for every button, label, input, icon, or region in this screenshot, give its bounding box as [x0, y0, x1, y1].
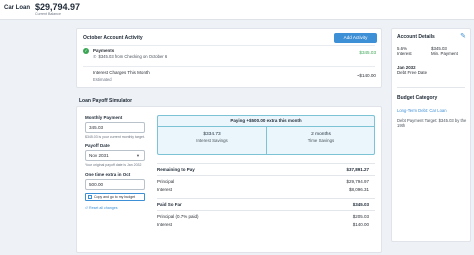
time-savings-value: 2 months: [311, 132, 331, 137]
remaining-principal: $29,794.97: [346, 179, 369, 184]
savings-summary: Paying +$500.00 extra this month $334.73…: [157, 115, 375, 155]
check-icon: ✓: [83, 48, 89, 54]
monthly-payment-input[interactable]: 345.03: [85, 122, 145, 133]
paid-principal-label: Principal (0.7% paid): [157, 214, 199, 219]
account-activity-card: October Account Activity Add Activity ✓ …: [76, 28, 382, 88]
monthly-payment-label: Monthly Payment: [85, 115, 123, 120]
budget-category-link[interactable]: Long-Term Debt: Car Loan: [397, 108, 447, 113]
savings-heading: Paying +$500.00 extra this month: [230, 118, 302, 123]
divider: [157, 210, 375, 211]
interest-savings: $334.73 Interest Savings: [158, 132, 266, 143]
paid-total-row: Paid So Far $345.03: [157, 202, 375, 207]
simulator-results: Paying +$500.00 extra this month $334.73…: [157, 115, 377, 227]
interest-row: Interest Charges This Month Estimated ~$…: [83, 70, 376, 84]
reset-changes-link[interactable]: ↺ Reset all changes: [85, 206, 147, 210]
remaining-total: $37,891.27: [346, 167, 369, 172]
time-savings: 2 months Time Savings: [267, 132, 375, 143]
remaining-interest-row: Interest $8,096.31: [157, 187, 375, 192]
interest-savings-value: $334.73: [203, 132, 221, 137]
payment-row[interactable]: ✓ Payments ✆ $345.03 from Checking on Oct…: [83, 48, 376, 62]
interest-amount: ~$140.00: [356, 73, 376, 78]
one-time-extra-input[interactable]: 500.00: [85, 178, 145, 190]
checkbox-box[interactable]: [88, 194, 92, 199]
loan-payoff-simulator: Monthly Payment 345.03 $345.03 is your c…: [76, 106, 382, 253]
remaining-total-row: Remaining to Pay $37,891.27: [157, 167, 375, 172]
paid-principal: $205.03: [352, 214, 369, 219]
current-balance-label: Current Balance: [35, 12, 61, 16]
interest-savings-label: Interest Savings: [196, 138, 228, 143]
paid-label: Paid So Far: [157, 202, 182, 207]
budget-category-title: Budget Category: [397, 95, 438, 101]
divider: [157, 198, 375, 199]
remaining-interest-label: Interest: [157, 187, 173, 192]
divider: [83, 45, 375, 46]
min-payment-stat: $345.03 Min. Payment: [431, 46, 458, 57]
paid-principal-row: Principal (0.7% paid) $205.03: [157, 214, 375, 219]
chevron-down-icon: ▼: [136, 153, 140, 159]
remaining-interest: $8,096.31: [348, 187, 369, 192]
paid-total: $345.03: [352, 202, 369, 207]
account-title: Car Loan: [4, 5, 31, 11]
divider: [397, 87, 465, 88]
remaining-principal-label: Principal: [157, 179, 175, 184]
payment-amount: $345.03: [359, 50, 376, 55]
account-details-title: Account Details: [397, 34, 435, 40]
time-savings-label: Time Savings: [307, 138, 335, 143]
current-balance: $29,794.97: [35, 2, 81, 12]
budget-category-target: Debt Payment Target: $345.03 by the 19th: [397, 118, 467, 129]
divider: [157, 163, 375, 164]
divider: [83, 66, 375, 67]
payment-detail: ✆ $345.03 from Checking on October 6: [93, 54, 167, 59]
divider: [157, 175, 375, 176]
paid-interest-row: Interest $140.00: [157, 222, 375, 227]
interest-status: Estimated: [93, 77, 112, 82]
simulator-title: Loan Payoff Simulator: [79, 98, 133, 104]
monthly-payment-hint: $345.03 is your current monthly target.: [85, 135, 145, 139]
min-payment-label: Min. Payment: [431, 51, 458, 57]
interest-rate-stat: 5.6% Interest: [397, 46, 412, 57]
copy-to-budget-label: Copy and go to my budget: [94, 194, 136, 199]
paid-interest: $140.00: [352, 222, 369, 227]
phone-icon: ✆: [93, 54, 97, 59]
activity-title: October Account Activity: [83, 35, 143, 41]
simulator-inputs: Monthly Payment 345.03 $345.03 is your c…: [85, 115, 147, 210]
remaining-principal-row: Principal $29,794.97: [157, 179, 375, 184]
payoff-date-value: Nov 2031: [89, 153, 109, 159]
one-time-label: One time extra in Oct: [85, 171, 131, 177]
page-header: Car Loan $29,794.97 Current Balance: [0, 0, 474, 20]
payment-detail-text: $345.03 from Checking on October 6: [98, 54, 168, 59]
paid-interest-label: Interest: [157, 222, 173, 227]
edit-icon[interactable]: ✎: [460, 32, 466, 40]
interest-rate-label: Interest: [397, 51, 412, 57]
remaining-label: Remaining to Pay: [157, 167, 195, 172]
add-activity-button[interactable]: Add Activity: [334, 33, 377, 43]
debt-free-label: Debt Free Date: [397, 70, 428, 76]
payoff-date-label: Payoff Date: [85, 143, 110, 149]
interest-label: Interest Charges This Month: [93, 70, 150, 75]
payment-label: Payments: [93, 48, 115, 53]
copy-to-budget-checkbox[interactable]: Copy and go to my budget: [85, 192, 145, 201]
payoff-date-hint: Your original payoff date is Jan 2032: [85, 163, 142, 168]
payoff-date-select[interactable]: Nov 2031 ▼: [85, 150, 145, 162]
account-details-panel: Account Details ✎ 5.6% Interest $345.03 …: [391, 28, 471, 242]
debt-free-stat: Jan 2032 Debt Free Date: [397, 65, 427, 76]
